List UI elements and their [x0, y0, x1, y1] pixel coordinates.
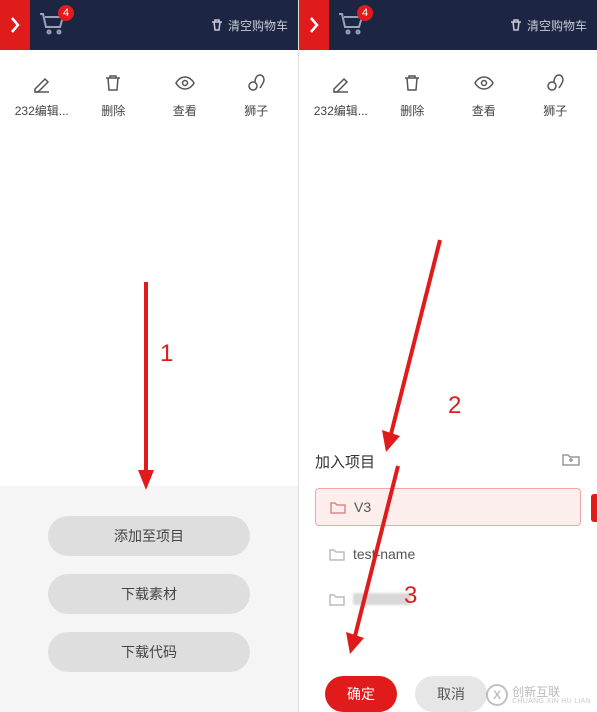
tool-row-left: 232编辑... 删除 查看 狮子	[0, 50, 298, 129]
chevron-right-icon	[308, 16, 320, 34]
tool-edit-label: 232编辑...	[314, 102, 368, 119]
tool-leo-label: 狮子	[244, 102, 268, 119]
cart[interactable]: 4	[337, 11, 365, 40]
left-panel: 4 清空购物车 232编辑... 删除 查看 狮子	[0, 0, 299, 712]
project-item[interactable]: test-name	[315, 536, 581, 572]
cart-badge: 4	[357, 5, 373, 21]
cancel-button[interactable]: 取消	[415, 676, 487, 712]
watermark: X 创新互联 CHUANG XIN HU LIAN	[486, 684, 591, 706]
cancel-label: 取消	[437, 684, 465, 704]
tool-leo[interactable]: 狮子	[523, 72, 587, 119]
folder-icon	[329, 592, 345, 606]
tool-view-label: 查看	[173, 102, 197, 119]
back-button[interactable]	[299, 0, 329, 50]
folder-plus-icon	[561, 449, 581, 469]
project-item-redacted[interactable]	[315, 582, 581, 616]
watermark-cn: 创新互联	[512, 686, 591, 698]
pencil-icon	[31, 72, 53, 94]
tool-delete[interactable]: 删除	[81, 72, 145, 119]
tool-delete-label: 删除	[400, 102, 424, 119]
add-project-button[interactable]	[561, 449, 581, 474]
project-item-label: V3	[354, 499, 371, 515]
download-asset-label: 下载素材	[121, 584, 177, 604]
confirm-label: 确定	[347, 684, 375, 704]
tool-view-label: 查看	[472, 102, 496, 119]
right-panel: 4 清空购物车 232编辑... 删除 查看 狮子	[299, 0, 597, 712]
redacted-text	[353, 593, 411, 605]
project-header: 加入项目	[315, 451, 375, 472]
folder-icon	[329, 547, 345, 561]
tool-edit-label: 232编辑...	[15, 102, 69, 119]
add-to-project-label: 添加至项目	[114, 526, 184, 546]
pencil-icon	[330, 72, 352, 94]
cart-badge: 4	[58, 5, 74, 21]
tool-row-right: 232编辑... 删除 查看 狮子	[299, 50, 597, 129]
leo-icon	[245, 72, 267, 94]
confirm-button[interactable]: 确定	[325, 676, 397, 712]
download-code-button[interactable]: 下载代码	[48, 632, 250, 672]
leo-icon	[544, 72, 566, 94]
project-item-label: test-name	[353, 546, 415, 562]
download-asset-button[interactable]: 下载素材	[48, 574, 250, 614]
project-item-selected[interactable]: V3	[315, 488, 581, 526]
download-code-label: 下载代码	[121, 642, 177, 662]
cart-icon	[337, 22, 365, 39]
back-button[interactable]	[0, 0, 30, 50]
cart[interactable]: 4	[38, 11, 66, 40]
cart-icon	[38, 22, 66, 39]
trash-icon	[509, 18, 523, 32]
tool-leo[interactable]: 狮子	[224, 72, 288, 119]
clear-cart-label: 清空购物车	[527, 17, 587, 34]
clear-cart-button[interactable]: 清空购物车	[509, 17, 587, 34]
watermark-logo: X	[486, 684, 508, 706]
trash-icon	[102, 72, 124, 94]
topbar-right: 4 清空购物车	[299, 0, 597, 50]
tool-delete[interactable]: 删除	[380, 72, 444, 119]
watermark-en: CHUANG XIN HU LIAN	[512, 698, 591, 705]
tool-view[interactable]: 查看	[452, 72, 516, 119]
tool-delete-label: 删除	[101, 102, 125, 119]
clear-cart-button[interactable]: 清空购物车	[210, 17, 288, 34]
edge-tab[interactable]	[591, 494, 597, 522]
eye-icon	[473, 72, 495, 94]
clear-cart-label: 清空购物车	[228, 17, 288, 34]
chevron-right-icon	[9, 16, 21, 34]
bottom-actions: 添加至项目 下载素材 下载代码	[0, 486, 298, 712]
folder-icon	[330, 500, 346, 514]
project-area: 加入项目 V3 test-name 确定	[299, 433, 597, 712]
trash-icon	[210, 18, 224, 32]
tool-leo-label: 狮子	[543, 102, 567, 119]
eye-icon	[174, 72, 196, 94]
add-to-project-button[interactable]: 添加至项目	[48, 516, 250, 556]
topbar-left: 4 清空购物车	[0, 0, 298, 50]
trash-icon	[401, 72, 423, 94]
tool-view[interactable]: 查看	[153, 72, 217, 119]
tool-edit[interactable]: 232编辑...	[309, 72, 373, 119]
tool-edit[interactable]: 232编辑...	[10, 72, 74, 119]
